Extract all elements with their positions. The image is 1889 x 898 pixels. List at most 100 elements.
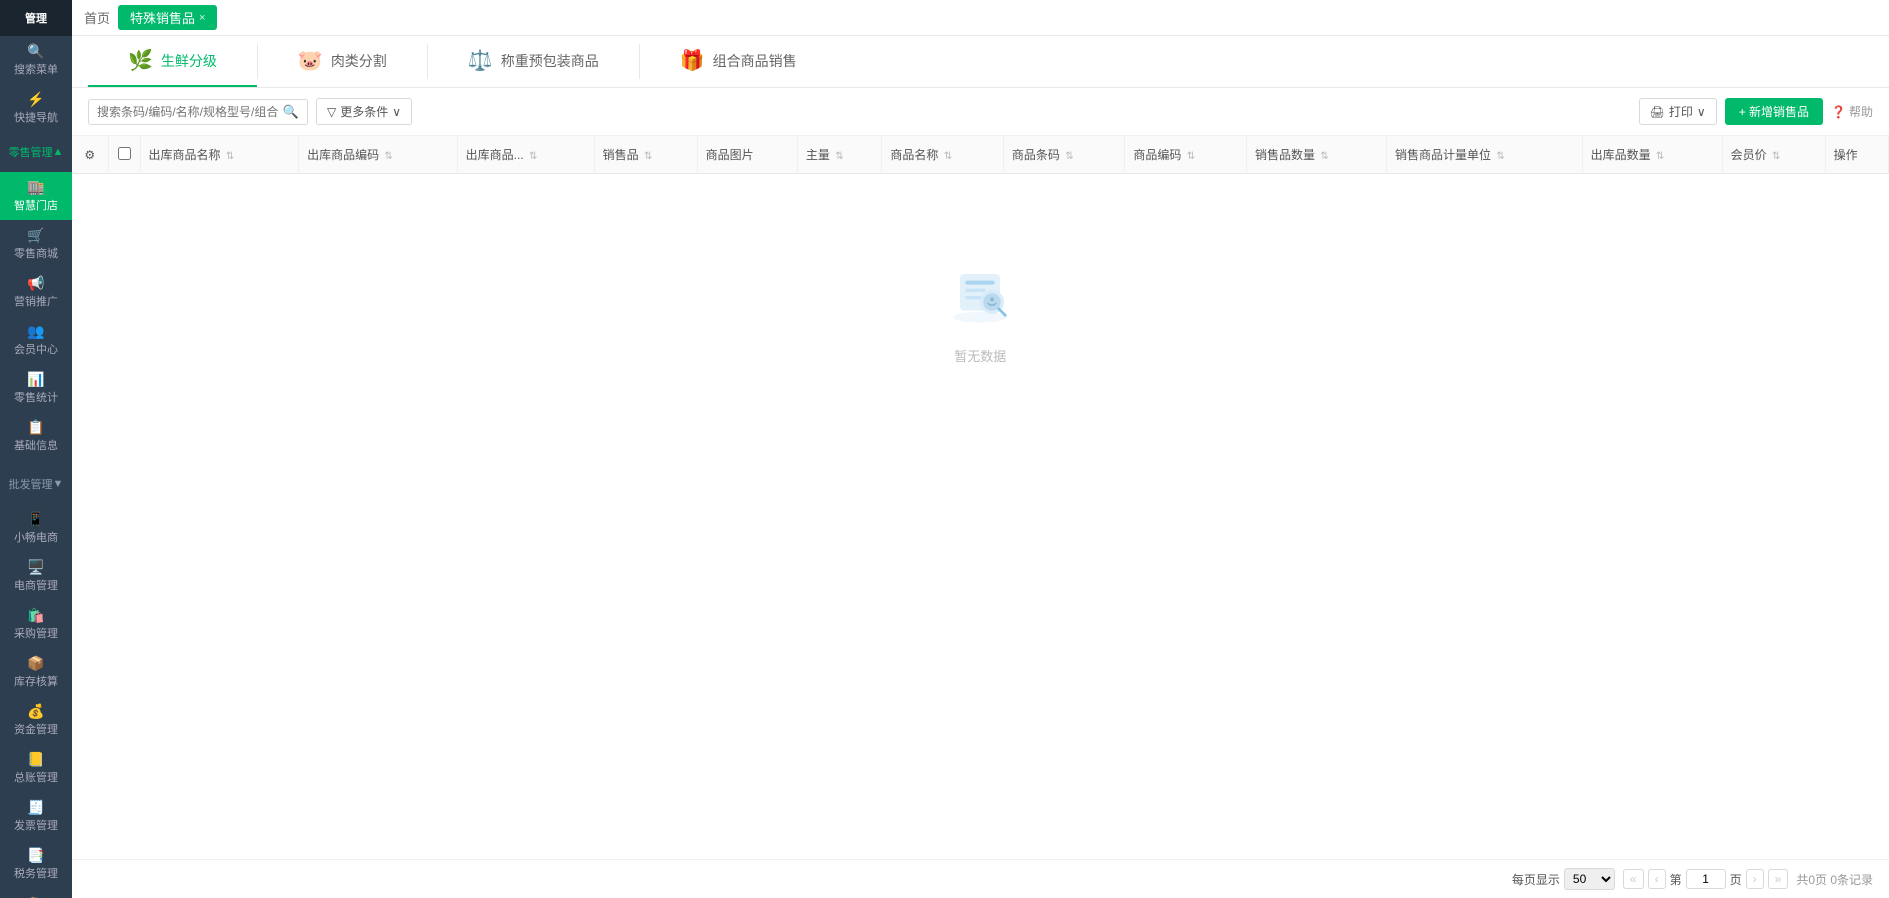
th-out-qty[interactable]: 出库品数量 ⇅ [1582,136,1722,174]
sidebar-item-invoice-label: 发票管理 [14,819,58,834]
sort-out-goods-spec[interactable]: ⇅ [529,151,537,162]
toolbar: 🔍 ▽ 更多条件 ∨ 🖨 打印 ∨ + 新增销售品 ❓ 帮助 [72,88,1889,136]
meat-cut-icon: 🐷 [298,48,323,73]
first-page-button[interactable]: « [1623,869,1644,889]
sidebar-item-member-center[interactable]: 👥 会员中心 [0,316,72,364]
select-all-checkbox[interactable] [118,147,131,160]
th-out-goods-name[interactable]: 出库商品名称 ⇅ [140,136,299,174]
filter-button[interactable]: ▽ 更多条件 ∨ [316,98,412,125]
sidebar-item-wholesale-mgmt[interactable]: 批发管理 ▼ [0,464,72,504]
tab-close-button[interactable]: × [199,12,205,24]
tax-mgmt-icon: 📑 [27,846,44,866]
search-input[interactable] [97,105,279,119]
sort-sale-qty[interactable]: ⇅ [1320,151,1328,162]
cat-tab-meat-cut[interactable]: 🐷 肉类分割 [258,36,427,87]
sidebar-item-marketing[interactable]: 📢 营销推广 [0,268,72,316]
wholesale-mgmt-label: 批发管理 [9,476,53,492]
basic-info-icon: 📋 [27,418,44,438]
sidebar-item-mini-ecom[interactable]: 📱 小畅电商 [0,504,72,552]
search-menu-icon: 🔍 [27,42,44,62]
th-sale-goods[interactable]: 销售品 ⇅ [594,136,697,174]
marketing-icon: 📢 [27,274,44,294]
sidebar-item-inventory-label: 库存核算 [14,675,58,690]
prev-page-button[interactable]: ‹ [1648,869,1666,889]
cat-tab-fresh-grade-label: 生鲜分级 [161,51,217,71]
sidebar-item-tax-mgmt[interactable]: 📑 税务管理 [0,840,72,888]
page-size-select[interactable]: 每页显示 10 20 50 100 [1512,868,1615,890]
th-weight[interactable]: 主量 ⇅ [797,136,881,174]
sidebar-item-retail-mall[interactable]: 🛒 零售商城 [0,220,72,268]
search-icon[interactable]: 🔍 [283,104,299,120]
sidebar-item-search-menu-label: 搜索菜单 [14,63,58,78]
sidebar-item-ecom-mgmt[interactable]: 🖥️ 电商管理 [0,552,72,600]
sidebar-item-basic-info-label: 基础信息 [14,439,58,454]
retail-mall-icon: 🛒 [27,226,44,246]
th-checkbox[interactable] [108,136,140,174]
cat-tab-weight-prepack-label: 称重预包装商品 [501,51,599,71]
sort-member-price[interactable]: ⇅ [1772,151,1780,162]
sidebar-item-basic-info[interactable]: 📋 基础信息 [0,412,72,460]
th-out-goods-spec[interactable]: 出库商品... ⇅ [457,136,594,174]
cat-tab-weight-prepack[interactable]: ⚖️ 称重预包装商品 [428,36,639,87]
print-icon: 🖨 [1650,105,1665,119]
help-icon: ❓ [1831,105,1846,119]
page-nav: « ‹ 第 页 › » [1623,869,1788,889]
sidebar-item-smart-store-label: 智慧门店 [14,199,58,214]
sidebar-item-retail-mgmt[interactable]: 零售管理 ▲ [0,132,72,172]
sidebar-item-quick-nav[interactable]: ⚡ 快捷导航 [0,84,72,132]
sidebar-item-retail-stats[interactable]: 📊 零售统计 [0,364,72,412]
print-button[interactable]: 🖨 打印 ∨ [1639,98,1717,125]
th-sale-qty[interactable]: 销售品数量 ⇅ [1246,136,1386,174]
help-button[interactable]: ❓ 帮助 [1831,103,1873,120]
cat-tab-combo-sales[interactable]: 🎁 组合商品销售 [640,36,837,87]
sidebar-item-smart-store[interactable]: 🏬 智慧门店 [0,172,72,220]
empty-state-row: 暂无数据 [72,174,1889,446]
empty-state-illustration [940,254,1020,334]
table-header-row: ⚙ 出库商品名称 ⇅ 出库商品编码 ⇅ 出库商品... ⇅ [72,136,1889,174]
sidebar-item-invoice[interactable]: 🧾 发票管理 [0,792,72,840]
th-goods-code[interactable]: 商品编码 ⇅ [1125,136,1247,174]
sort-out-qty[interactable]: ⇅ [1656,151,1664,162]
table-container[interactable]: ⚙ 出库商品名称 ⇅ 出库商品编码 ⇅ 出库商品... ⇅ [72,136,1889,859]
sort-sale-goods[interactable]: ⇅ [644,151,652,162]
sidebar-item-search-menu[interactable]: 🔍 搜索菜单 [0,36,72,84]
th-goods-name[interactable]: 商品名称 ⇅ [882,136,1004,174]
page-number-input[interactable] [1686,869,1726,889]
sidebar-item-general-ledger[interactable]: 📒 总账管理 [0,744,72,792]
retail-stats-icon: 📊 [27,370,44,390]
sidebar-logo: 管理 [0,0,72,36]
th-sale-unit[interactable]: 销售商品计量单位 ⇅ [1386,136,1582,174]
sort-goods-code[interactable]: ⇅ [1187,151,1195,162]
add-sale-item-button[interactable]: + 新增销售品 [1725,98,1823,125]
search-box[interactable]: 🔍 [88,99,308,125]
th-settings[interactable]: ⚙ [72,136,108,174]
sidebar-item-finance[interactable]: 💰 资金管理 [0,696,72,744]
empty-state-cell: 暂无数据 [72,174,1889,446]
sidebar-item-member-center-label: 会员中心 [14,343,58,358]
last-page-button[interactable]: » [1768,869,1789,889]
sidebar-item-purchase-mgmt[interactable]: 🛍️ 采购管理 [0,600,72,648]
sort-out-goods-name[interactable]: ⇅ [226,151,234,162]
sort-goods-name[interactable]: ⇅ [944,151,952,162]
sort-out-goods-code[interactable]: ⇅ [384,151,392,162]
sort-sale-unit[interactable]: ⇅ [1496,151,1504,162]
print-label: 打印 [1669,103,1693,120]
per-page-dropdown[interactable]: 10 20 50 100 [1564,868,1615,890]
th-goods-img[interactable]: 商品图片 [697,136,797,174]
cat-tab-fresh-grade[interactable]: 🌿 生鲜分级 [88,36,257,87]
total-info: 共0页 0条记录 [1796,871,1873,888]
th-goods-barcode[interactable]: 商品条码 ⇅ [1003,136,1125,174]
sort-weight[interactable]: ⇅ [835,151,843,162]
cat-tab-combo-sales-label: 组合商品销售 [713,51,797,71]
per-page-label: 每页显示 [1512,871,1560,888]
fresh-grade-icon: 🌿 [128,48,153,73]
sort-goods-barcode[interactable]: ⇅ [1065,151,1073,162]
sidebar-item-quick-nav-label: 快捷导航 [14,111,58,126]
th-out-goods-code[interactable]: 出库商品编码 ⇅ [299,136,458,174]
sidebar-item-fixed-assets[interactable]: 🏗️ 固定资产 [0,888,72,898]
breadcrumb-home[interactable]: 首页 [84,8,110,27]
active-tab[interactable]: 特殊销售品 × [118,5,217,30]
th-member-price[interactable]: 会员价 ⇅ [1722,136,1825,174]
next-page-button[interactable]: › [1746,869,1764,889]
sidebar-item-inventory[interactable]: 📦 库存核算 [0,648,72,696]
